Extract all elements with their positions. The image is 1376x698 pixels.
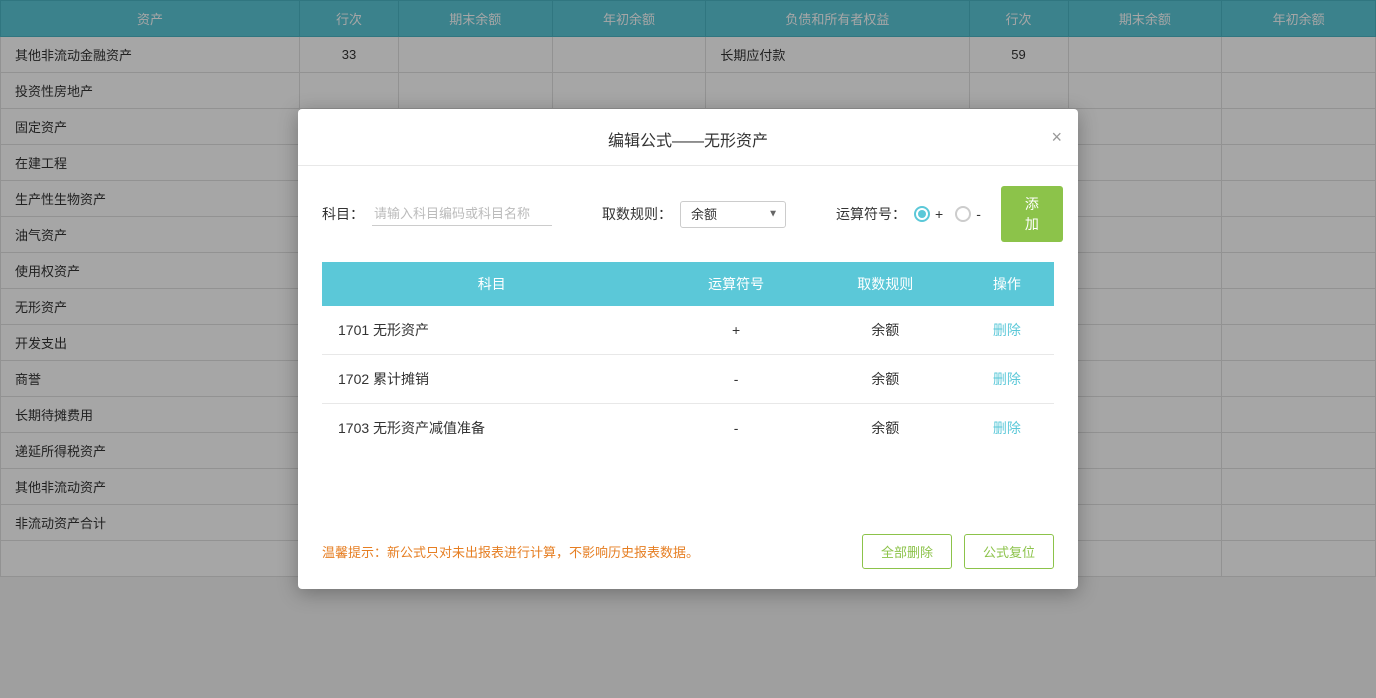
rule-label: 取数规则：	[602, 204, 672, 224]
formula-cell-rule: 余额	[811, 355, 960, 404]
formula-table-row: 1701 无形资产 + 余额 删除	[322, 306, 1054, 355]
modal-overlay: 编辑公式——无形资产 × 科目： 取数规则： 余额 借方发生额 贷方发生额 ▼	[0, 0, 1376, 698]
formula-table: 科目 运算符号 取数规则 操作 1701 无形资产 + 余额 删除 1702 累…	[322, 262, 1054, 452]
formula-cell-subject: 1702 累计摊销	[322, 355, 662, 404]
radio-plus-icon	[914, 206, 930, 222]
delete-all-button[interactable]: 全部删除	[862, 534, 952, 569]
subject-input[interactable]	[372, 202, 552, 226]
operator-minus-radio[interactable]: -	[955, 206, 981, 222]
modal-header: 编辑公式——无形资产 ×	[298, 109, 1078, 166]
modal-footer: 温馨提示：新公式只对未出报表进行计算，不影响历史报表数据。 全部删除 公式复位	[298, 518, 1078, 589]
formula-cell-action: 删除	[960, 355, 1054, 404]
footer-tip: 温馨提示：新公式只对未出报表进行计算，不影响历史报表数据。	[322, 542, 699, 561]
reset-formula-button[interactable]: 公式复位	[964, 534, 1054, 569]
subject-group: 科目：	[322, 202, 552, 226]
delete-row-link[interactable]: 删除	[993, 371, 1021, 387]
formula-table-row: 1702 累计摊销 - 余额 删除	[322, 355, 1054, 404]
formula-cell-rule: 余额	[811, 306, 960, 355]
modal-title: 编辑公式——无形资产	[608, 127, 768, 151]
operator-label: 运算符号：	[836, 204, 906, 224]
formula-cell-operator: -	[662, 355, 811, 404]
formula-cell-subject: 1703 无形资产减值准备	[322, 404, 662, 453]
rule-select-wrap: 余额 借方发生额 贷方发生额 ▼	[680, 201, 786, 228]
formula-cell-operator: +	[662, 306, 811, 355]
rule-select[interactable]: 余额 借方发生额 贷方发生额	[680, 201, 786, 228]
operator-plus-radio[interactable]: +	[914, 206, 943, 222]
formula-table-wrap: 科目 运算符号 取数规则 操作 1701 无形资产 + 余额 删除 1702 累…	[298, 262, 1078, 518]
radio-minus-icon	[955, 206, 971, 222]
col-rule: 取数规则	[811, 262, 960, 306]
modal-dialog: 编辑公式——无形资产 × 科目： 取数规则： 余额 借方发生额 贷方发生额 ▼	[298, 109, 1078, 589]
formula-cell-subject: 1701 无形资产	[322, 306, 662, 355]
delete-row-link[interactable]: 删除	[993, 322, 1021, 338]
formula-form-row: 科目： 取数规则： 余额 借方发生额 贷方发生额 ▼ 运算符号：	[298, 166, 1078, 258]
footer-buttons: 全部删除 公式复位	[862, 534, 1054, 569]
formula-cell-action: 删除	[960, 306, 1054, 355]
formula-cell-rule: 余额	[811, 404, 960, 453]
formula-table-row: 1703 无形资产减值准备 - 余额 删除	[322, 404, 1054, 453]
operator-group: 运算符号： + -	[836, 204, 981, 224]
rule-group: 取数规则： 余额 借方发生额 贷方发生额 ▼	[602, 201, 786, 228]
subject-label: 科目：	[322, 204, 364, 224]
formula-cell-operator: -	[662, 404, 811, 453]
operator-plus-label: +	[935, 206, 943, 222]
delete-row-link[interactable]: 删除	[993, 420, 1021, 436]
operator-radio-group: + -	[914, 206, 981, 222]
col-action: 操作	[960, 262, 1054, 306]
operator-minus-label: -	[976, 206, 981, 222]
add-button[interactable]: 添加	[1001, 186, 1063, 242]
col-operator: 运算符号	[662, 262, 811, 306]
col-subject: 科目	[322, 262, 662, 306]
formula-cell-action: 删除	[960, 404, 1054, 453]
formula-table-header-row: 科目 运算符号 取数规则 操作	[322, 262, 1054, 306]
modal-close-button[interactable]: ×	[1051, 128, 1062, 146]
